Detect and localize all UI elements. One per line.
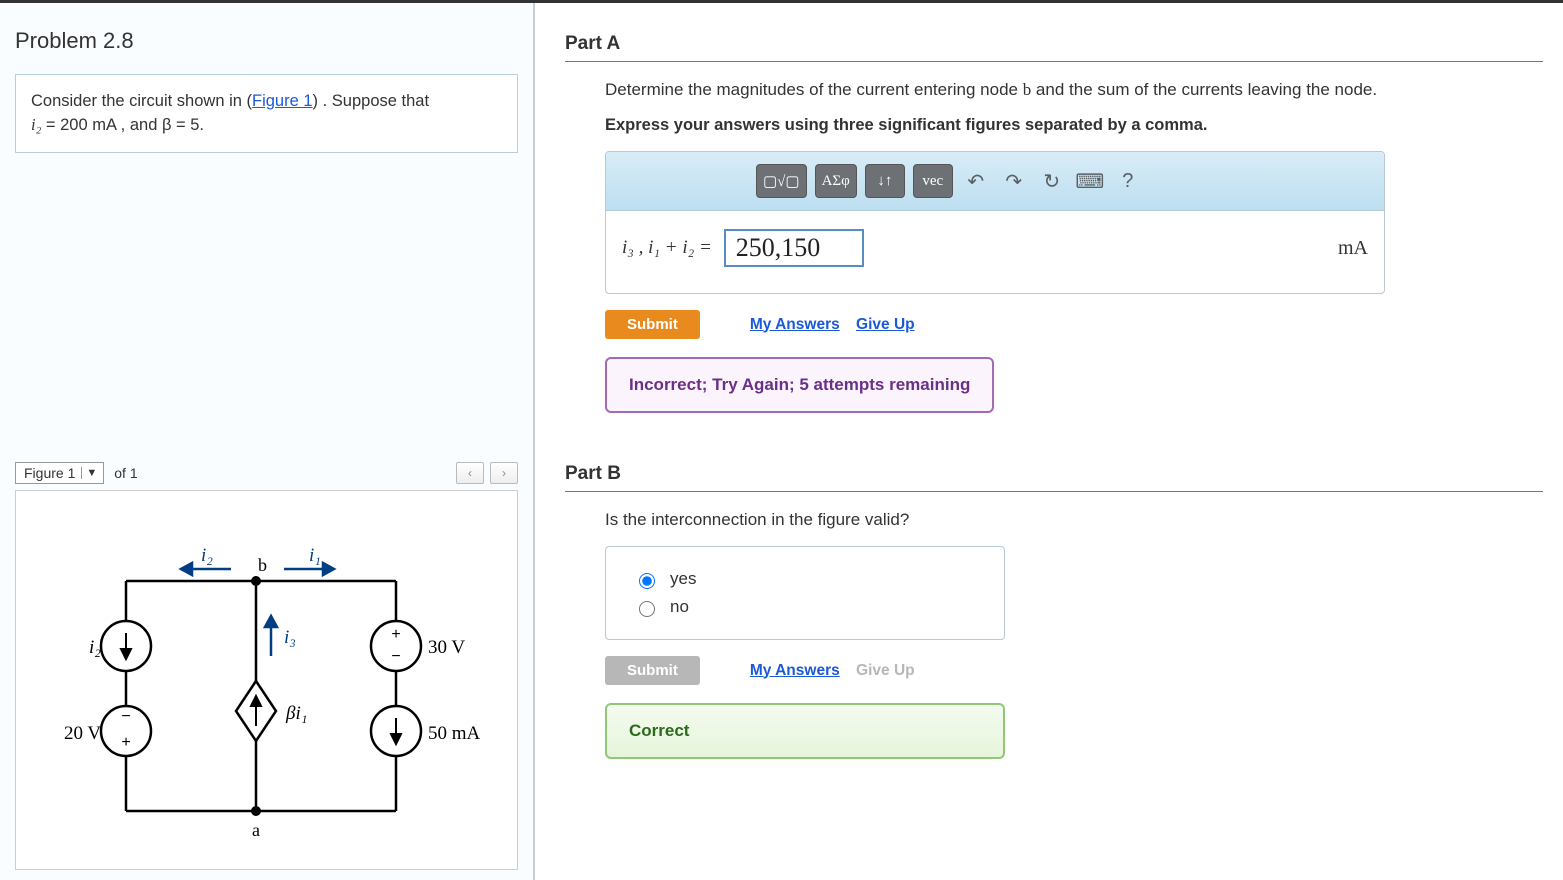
figure-selector-label: Figure 1 — [18, 465, 81, 481]
figure-selector[interactable]: Figure 1 ▼ — [15, 462, 104, 484]
problem-title: Problem 2.8 — [15, 28, 518, 54]
figure-link[interactable]: Figure 1 — [252, 92, 313, 110]
action-row-a: Submit My Answers Give Up — [605, 310, 1543, 339]
qa-node: b — [1023, 80, 1032, 99]
radio-no-input[interactable] — [639, 601, 655, 617]
answer-input-a[interactable] — [724, 229, 864, 267]
undo-button[interactable]: ↶ — [961, 164, 991, 198]
help-button[interactable]: ? — [1113, 164, 1143, 198]
part-b-question: Is the interconnection in the figure val… — [605, 510, 1543, 530]
my-answers-link-a[interactable]: My Answers — [750, 316, 840, 333]
root-template-icon: ▢√▢ — [763, 172, 800, 191]
answer-row-a: i₃ , i₁ + i₂ = mA — [606, 211, 1384, 293]
action-row-b: Submit My Answers Give Up — [605, 656, 1543, 685]
problem-statement-box: Consider the circuit shown in (Figure 1)… — [15, 74, 518, 153]
label-node-a: a — [252, 820, 260, 840]
unit-label: mA — [1338, 237, 1368, 260]
reset-button[interactable]: ↻ — [1037, 164, 1067, 198]
part-a-body: Determine the magnitudes of the current … — [605, 80, 1543, 413]
give-up-link-a[interactable]: Give Up — [856, 316, 915, 333]
figure-prev-button[interactable]: ‹ — [456, 462, 484, 484]
label-50ma: 50 mA — [428, 723, 481, 744]
figure-count: of 1 — [114, 465, 137, 481]
chevron-right-icon: › — [502, 466, 506, 480]
part-a-title: Part A — [565, 13, 1543, 62]
circuit-figure: − + + − i₂ — [15, 490, 518, 870]
svg-text:−: − — [121, 708, 130, 725]
svg-text:+: + — [121, 734, 130, 751]
give-up-link-b: Give Up — [856, 662, 915, 679]
label-i1: i₁ — [309, 545, 321, 566]
equation-toolbar: ▢√▢ ΑΣφ ↓↑ vec ↶ ↷ ↻ ⌨ ? — [606, 152, 1384, 211]
link-group-a: My Answers Give Up — [750, 316, 927, 334]
label-20v: 20 V — [64, 723, 101, 744]
dropdown-arrow-icon: ▼ — [81, 467, 101, 479]
answer-prompt-label: i₃ , i₁ + i₂ = — [622, 237, 712, 259]
i2-symbol: i₂ — [31, 115, 41, 134]
chevron-left-icon: ‹ — [468, 466, 472, 480]
submit-button-a[interactable]: Submit — [605, 310, 700, 339]
qa-prefix: Determine the magnitudes of the current … — [605, 80, 1023, 99]
part-b-body: Is the interconnection in the figure val… — [605, 510, 1543, 759]
templates-button[interactable]: ▢√▢ — [756, 164, 807, 198]
figure-header: Figure 1 ▼ of 1 ‹ › — [15, 462, 518, 484]
svg-text:−: − — [391, 648, 400, 665]
submit-button-b[interactable]: Submit — [605, 656, 700, 685]
part-b-title: Part B — [565, 443, 1543, 492]
label-30v: 30 V — [428, 637, 465, 658]
left-panel: Problem 2.8 Consider the circuit shown i… — [0, 3, 535, 880]
subscript-icon: ↓↑ — [877, 173, 892, 190]
redo-button[interactable]: ↷ — [999, 164, 1029, 198]
label-i3: i₃ — [284, 627, 296, 648]
right-panel: Part A Determine the magnitudes of the c… — [535, 3, 1563, 880]
help-icon: ? — [1122, 170, 1133, 193]
label-i2-left: i₂ — [89, 637, 101, 658]
redo-icon: ↷ — [1005, 169, 1022, 194]
figure-next-button[interactable]: › — [490, 462, 518, 484]
label-beta: βi₁ — [285, 703, 307, 724]
radio-yes-input[interactable] — [639, 573, 655, 589]
qa-suffix: and the sum of the currents leaving the … — [1031, 80, 1377, 99]
greek-button[interactable]: ΑΣφ — [815, 164, 857, 198]
subscript-button[interactable]: ↓↑ — [865, 164, 905, 198]
radio-option-no[interactable]: no — [634, 593, 976, 621]
undo-icon: ↶ — [967, 169, 984, 194]
keyboard-button[interactable]: ⌨ — [1075, 164, 1105, 198]
feedback-b: Correct — [605, 703, 1005, 759]
greek-icon: ΑΣφ — [822, 173, 850, 190]
answer-frame-a: ▢√▢ ΑΣφ ↓↑ vec ↶ ↷ ↻ ⌨ ? i₃ , i₁ + i₂ = … — [605, 151, 1385, 294]
label-i2-top: i₂ — [201, 545, 213, 566]
vec-icon: vec — [922, 173, 943, 190]
part-a-question: Determine the magnitudes of the current … — [605, 80, 1543, 100]
radio-no-label: no — [670, 597, 689, 617]
radio-yes-label: yes — [670, 569, 696, 589]
keyboard-icon: ⌨ — [1075, 169, 1104, 194]
radio-frame-b: yes no — [605, 546, 1005, 640]
radio-option-yes[interactable]: yes — [634, 565, 976, 593]
given-values: = 200 mA , and β = 5. — [41, 116, 204, 134]
reset-icon: ↻ — [1043, 169, 1060, 194]
part-a-instruction: Express your answers using three signifi… — [605, 116, 1543, 135]
vector-button[interactable]: vec — [913, 164, 953, 198]
feedback-a: Incorrect; Try Again; 5 attempts remaini… — [605, 357, 994, 413]
statement-suffix: ) . Suppose that — [313, 92, 430, 110]
statement-prefix: Consider the circuit shown in ( — [31, 92, 252, 110]
link-group-b: My Answers Give Up — [750, 662, 927, 680]
figure-block: Figure 1 ▼ of 1 ‹ › — [15, 462, 518, 870]
my-answers-link-b[interactable]: My Answers — [750, 662, 840, 679]
app-container: Problem 2.8 Consider the circuit shown i… — [0, 0, 1563, 880]
label-node-b: b — [258, 555, 267, 575]
svg-text:+: + — [391, 626, 400, 643]
